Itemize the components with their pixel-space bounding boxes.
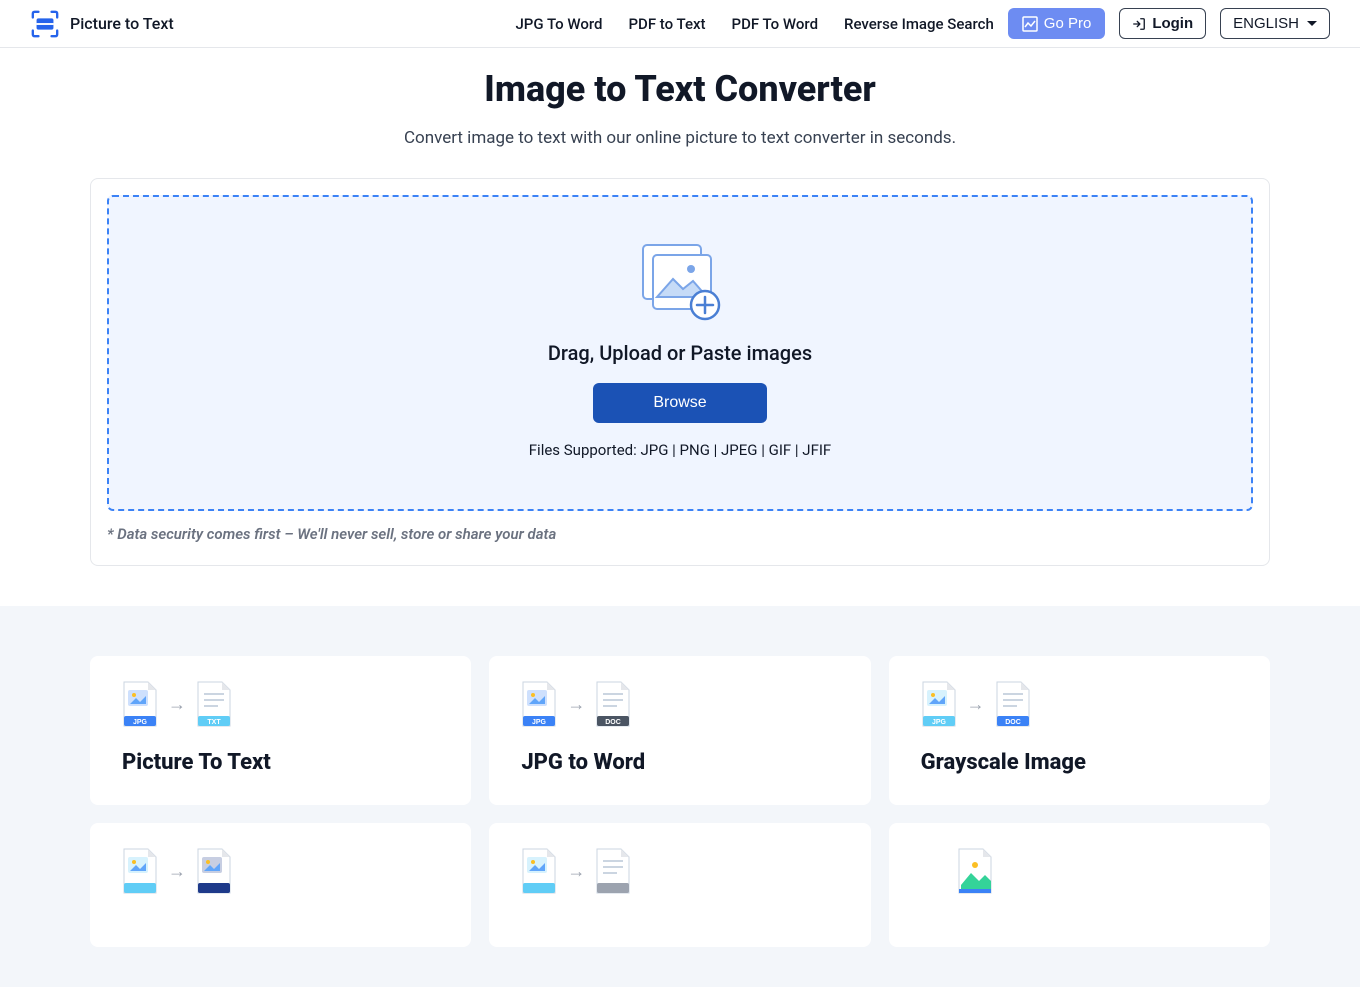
nav-links: JPG To Word PDF to Text PDF To Word Reve… xyxy=(515,15,993,33)
tool-card[interactable]: JPG → DOC Grayscale Image xyxy=(889,656,1270,805)
tool-card[interactable]: JPG → TXT Picture To Text xyxy=(90,656,471,805)
svg-text:DOC: DOC xyxy=(1005,719,1021,726)
tools-grid: JPG → TXT Picture To Text JPG → DOC JPG … xyxy=(90,656,1270,947)
arrow-right-icon: → xyxy=(567,861,585,882)
chevron-down-icon xyxy=(1307,21,1317,26)
nav-reverse-image-search[interactable]: Reverse Image Search xyxy=(844,15,994,33)
main-content: Image to Text Converter Convert image to… xyxy=(0,48,1360,606)
svg-text:JPG: JPG xyxy=(532,719,547,726)
logo-text: Picture to Text xyxy=(70,14,174,33)
supported-formats: Files Supported: JPG | PNG | JPEG | GIF … xyxy=(529,441,831,459)
arrow-right-icon: → xyxy=(168,694,186,715)
arrow-right-icon: → xyxy=(967,694,985,715)
login-label: Login xyxy=(1152,15,1193,32)
login-icon xyxy=(1132,17,1146,31)
arrow-right-icon: → xyxy=(567,694,585,715)
browse-button[interactable]: Browse xyxy=(593,383,766,423)
login-button[interactable]: Login xyxy=(1119,8,1206,39)
page-title: Image to Text Converter xyxy=(0,68,1360,110)
nav-pdf-to-word[interactable]: PDF To Word xyxy=(732,15,818,33)
dropzone[interactable]: Drag, Upload or Paste images Browse File… xyxy=(107,195,1253,511)
svg-text:JPG: JPG xyxy=(932,719,947,726)
navbar: Picture to Text JPG To Word PDF to Text … xyxy=(0,0,1360,48)
tool-icons: → xyxy=(521,847,838,895)
tool-card[interactable]: JPG → DOC JPG to Word xyxy=(489,656,870,805)
language-selector[interactable]: ENGLISH xyxy=(1220,8,1330,39)
language-label: ENGLISH xyxy=(1233,15,1299,32)
tool-title: Picture To Text xyxy=(122,750,439,775)
page-subtitle: Convert image to text with our online pi… xyxy=(0,128,1360,148)
nav-jpg-to-word[interactable]: JPG To Word xyxy=(515,15,602,33)
tool-card[interactable] xyxy=(889,823,1270,947)
tool-icons: JPG → TXT xyxy=(122,680,439,728)
tool-title: Grayscale Image xyxy=(921,750,1238,775)
tool-icons xyxy=(921,847,1238,895)
nav-pdf-to-text[interactable]: PDF to Text xyxy=(628,15,705,33)
arrow-right-icon: → xyxy=(168,861,186,882)
tool-card[interactable]: → xyxy=(90,823,471,947)
security-note: * Data security comes first – We'll neve… xyxy=(107,511,1253,549)
svg-text:DOC: DOC xyxy=(606,719,622,726)
logo[interactable]: Picture to Text xyxy=(30,9,174,39)
dropzone-prompt: Drag, Upload or Paste images xyxy=(548,341,812,365)
chart-icon xyxy=(1022,16,1038,32)
nav-right: JPG To Word PDF to Text PDF To Word Reve… xyxy=(515,8,1330,39)
svg-text:TXT: TXT xyxy=(207,719,221,726)
svg-text:JPG: JPG xyxy=(133,719,148,726)
tool-icons: → xyxy=(122,847,439,895)
upload-image-icon xyxy=(635,241,725,323)
tool-icons: JPG → DOC xyxy=(521,680,838,728)
upload-card: Drag, Upload or Paste images Browse File… xyxy=(90,178,1270,566)
go-pro-button[interactable]: Go Pro xyxy=(1008,8,1106,39)
tool-card[interactable]: → xyxy=(489,823,870,947)
tools-section: JPG → TXT Picture To Text JPG → DOC JPG … xyxy=(0,606,1360,987)
tool-title: JPG to Word xyxy=(521,750,838,775)
tool-icons: JPG → DOC xyxy=(921,680,1238,728)
scan-icon xyxy=(30,9,60,39)
go-pro-label: Go Pro xyxy=(1044,15,1092,32)
